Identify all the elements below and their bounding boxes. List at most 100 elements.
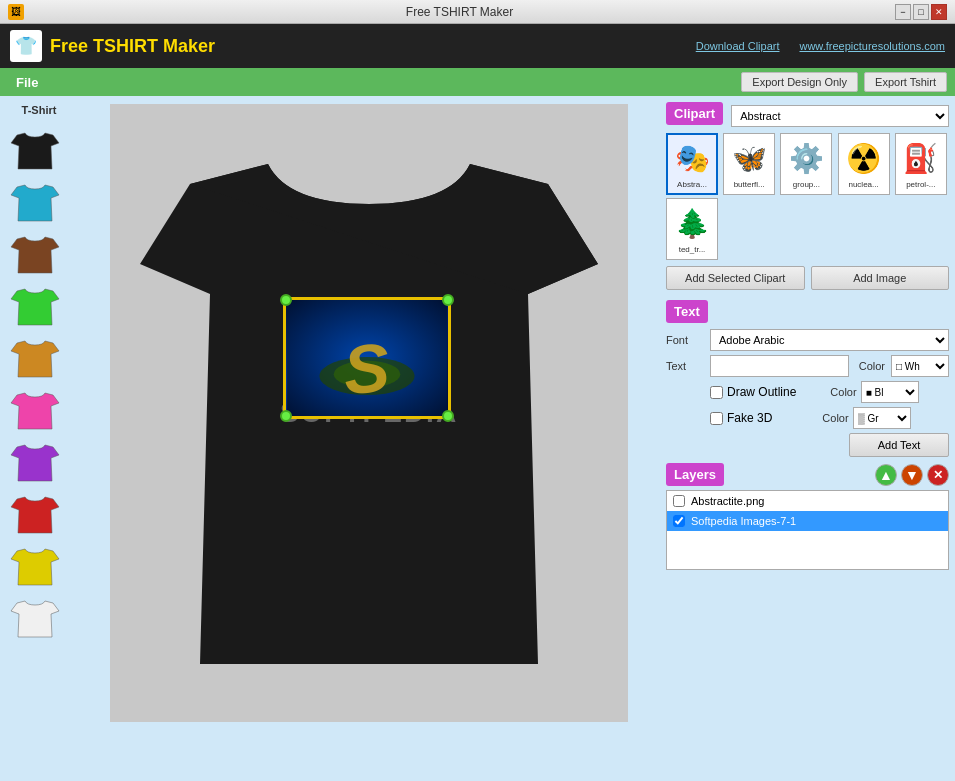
clipart-item-1[interactable]: 🦋 butterfl...: [723, 133, 775, 195]
text-color-select[interactable]: □ Wh ■ Bl ■ Re: [891, 355, 949, 377]
layers-section: Layers ▲ ▼ ✕ Abstractite.png Softpedia I…: [666, 463, 949, 570]
clipart-icon-0: 🎭: [673, 140, 711, 178]
add-selected-clipart-button[interactable]: Add Selected Clipart: [666, 266, 805, 290]
layer-up-button[interactable]: ▲: [875, 464, 897, 486]
tshirt-color-yellow[interactable]: [6, 540, 64, 592]
app-logo: 👕 Free TSHIRT Maker: [10, 30, 215, 62]
tshirt-color-brown[interactable]: [6, 228, 64, 280]
clipart-item-3[interactable]: ☢️ nuclea...: [838, 133, 890, 195]
fake3d-label: Fake 3D: [727, 411, 772, 425]
layer-checkbox-0[interactable]: [673, 495, 685, 507]
layer-checkbox-1[interactable]: [673, 515, 685, 527]
app-title-maker: Maker: [158, 36, 215, 56]
outline-color-label: Color: [830, 386, 856, 398]
clipart-label-0: Abstra...: [677, 180, 707, 189]
clipart-label-3: nuclea...: [848, 180, 878, 189]
layer-label-0: Abstractite.png: [691, 495, 764, 507]
export-tshirt-button[interactable]: Export Tshirt: [864, 72, 947, 92]
clipart-item-0[interactable]: 🎭 Abstra...: [666, 133, 718, 195]
clipart-header: Clipart: [666, 102, 723, 125]
app-title-free: Free: [50, 36, 93, 56]
clipart-icon-2: ⚙️: [787, 140, 825, 178]
layer-row-0[interactable]: Abstractite.png: [667, 491, 948, 511]
layer-row-1[interactable]: Softpedia Images-7-1: [667, 511, 948, 531]
clipart-header-row: Clipart Abstract Animals Flowers Sports …: [666, 102, 949, 129]
right-panel: Clipart Abstract Animals Flowers Sports …: [660, 96, 955, 781]
title-bar-icon: 🖼: [8, 4, 24, 20]
app-title-tshirt: TSHIRT: [93, 36, 158, 56]
file-menu[interactable]: File: [8, 71, 46, 94]
clipart-item-5[interactable]: 🌲 ted_tr...: [666, 198, 718, 260]
clipart-buttons: Add Selected Clipart Add Image: [666, 266, 949, 290]
window-controls[interactable]: − □ ✕: [895, 4, 947, 20]
svg-text:S: S: [340, 328, 392, 409]
maximize-button[interactable]: □: [913, 4, 929, 20]
tshirt-sidebar-label: T-Shirt: [6, 104, 72, 116]
fake3d-checkbox[interactable]: [710, 412, 723, 425]
window-title: Free TSHIRT Maker: [24, 5, 895, 19]
clipart-icon-1: 🦋: [730, 140, 768, 178]
export-design-button[interactable]: Export Design Only: [741, 72, 858, 92]
clipart-label-5: ted_tr...: [679, 245, 706, 254]
layers-controls: ▲ ▼ ✕: [875, 464, 949, 486]
tshirt-color-black[interactable]: [6, 124, 64, 176]
add-text-btn-row: Add Text: [666, 433, 949, 457]
fake3d-row: Fake 3D Color ▒ Gr ■ Bl □ Wh: [666, 407, 949, 429]
clipart-label-4: petrol-...: [906, 180, 935, 189]
canvas-area: SOFTPEDIA: [78, 96, 660, 781]
clipart-label-2: group...: [793, 180, 820, 189]
font-label: Font: [666, 334, 704, 346]
clipart-section: Clipart Abstract Animals Flowers Sports …: [666, 102, 949, 294]
clipart-icon-3: ☢️: [845, 140, 883, 178]
design-overlay[interactable]: S: [283, 297, 451, 419]
text-input-field[interactable]: [710, 355, 849, 377]
text-color-label: Color: [859, 360, 885, 372]
logo-icon: 👕: [10, 30, 42, 62]
main-layout: T-Shirt: [0, 96, 955, 781]
layer-down-button[interactable]: ▼: [901, 464, 923, 486]
tshirt-color-purple[interactable]: [6, 436, 64, 488]
logo-tshirt-icon: 👕: [15, 35, 37, 57]
clipart-label-1: butterfl...: [734, 180, 765, 189]
minimize-button[interactable]: −: [895, 4, 911, 20]
menubar-buttons: Export Design Only Export Tshirt: [741, 72, 947, 92]
menubar: File Export Design Only Export Tshirt: [0, 68, 955, 96]
canvas-container[interactable]: SOFTPEDIA: [110, 104, 628, 722]
clipart-icon-5: 🌲: [673, 205, 711, 243]
design-image: S: [286, 300, 448, 416]
close-button[interactable]: ✕: [931, 4, 947, 20]
fake3d-color-select[interactable]: ▒ Gr ■ Bl □ Wh: [853, 407, 911, 429]
download-clipart-link[interactable]: Download Clipart: [696, 40, 780, 52]
add-text-button[interactable]: Add Text: [849, 433, 949, 457]
text-section: Text Font Adobe Arabic Arial Times New R…: [666, 300, 949, 457]
tshirt-color-pink[interactable]: [6, 384, 64, 436]
layers-header-row: Layers ▲ ▼ ✕: [666, 463, 949, 486]
fake3d-color-label: Color: [822, 412, 848, 424]
corner-handle-br[interactable]: [442, 410, 454, 422]
app-header: 👕 Free TSHIRT Maker Download Clipart www…: [0, 24, 955, 68]
add-image-button[interactable]: Add Image: [811, 266, 950, 290]
layers-header: Layers: [666, 463, 724, 486]
title-bar: 🖼 Free TSHIRT Maker − □ ✕: [0, 0, 955, 24]
outline-color-select[interactable]: ■ Bl □ Wh: [861, 381, 919, 403]
tshirt-color-cyan[interactable]: [6, 176, 64, 228]
text-header: Text: [666, 300, 708, 323]
corner-handle-tr[interactable]: [442, 294, 454, 306]
clipart-icon-4: ⛽: [902, 140, 940, 178]
tshirt-color-white[interactable]: [6, 592, 64, 644]
font-select[interactable]: Adobe Arabic Arial Times New Roman: [710, 329, 949, 351]
clipart-item-2[interactable]: ⚙️ group...: [780, 133, 832, 195]
clipart-item-4[interactable]: ⛽ petrol-...: [895, 133, 947, 195]
clipart-category-dropdown[interactable]: Abstract Animals Flowers Sports Symbols: [731, 105, 949, 127]
tshirt-color-red[interactable]: [6, 488, 64, 540]
header-links: Download Clipart www.freepicturesolution…: [696, 40, 945, 52]
website-link[interactable]: www.freepicturesolutions.com: [799, 40, 945, 52]
corner-handle-bl[interactable]: [280, 410, 292, 422]
tshirt-sidebar: T-Shirt: [0, 96, 78, 781]
layer-delete-button[interactable]: ✕: [927, 464, 949, 486]
draw-outline-row: Draw Outline Color ■ Bl □ Wh: [666, 381, 949, 403]
corner-handle-tl[interactable]: [280, 294, 292, 306]
tshirt-color-green[interactable]: [6, 280, 64, 332]
draw-outline-checkbox[interactable]: [710, 386, 723, 399]
tshirt-color-orange[interactable]: [6, 332, 64, 384]
